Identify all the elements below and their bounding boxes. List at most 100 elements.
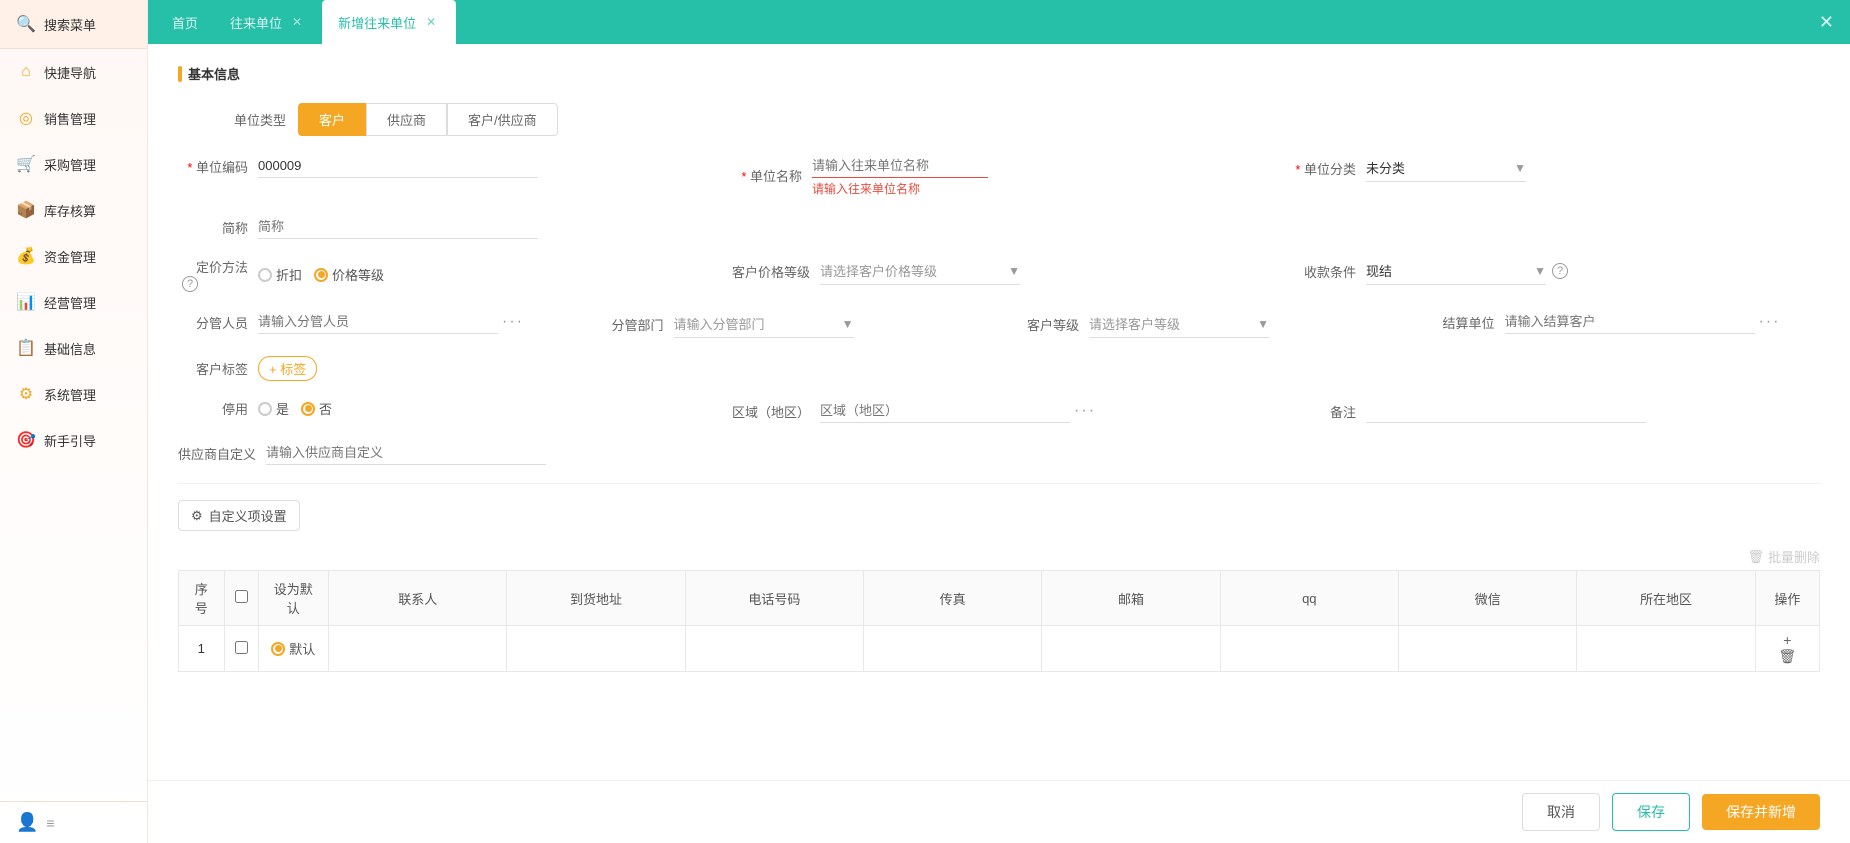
close-all-tabs[interactable]: ✕	[1811, 12, 1842, 33]
unit-name-input[interactable]	[812, 154, 988, 178]
remark-label: 备注	[1286, 402, 1366, 421]
row-supplier-custom: 供应商自定义	[178, 441, 1820, 465]
row-phone	[685, 626, 863, 672]
unit-category-chevron: ▼	[1514, 161, 1526, 175]
radio-no[interactable]: 否	[301, 399, 332, 418]
address-input[interactable]	[517, 641, 674, 656]
alias-label: 简称	[178, 218, 258, 237]
pricing-radio-group: 折扣 价格等级	[258, 265, 384, 284]
supervisor-input[interactable]	[258, 310, 498, 334]
purchase-icon: 🛒	[16, 154, 36, 174]
region-input[interactable]	[820, 399, 1070, 423]
sidebar-search[interactable]: 🔍 搜索菜单	[0, 0, 147, 49]
row-supervisor: 分管人员 ··· 分管部门 请输入分管部门 ▼ 客户等级 请选择客户	[178, 310, 1820, 338]
region-dots[interactable]: ···	[1070, 402, 1100, 420]
sidebar-item-inventory[interactable]: 📦 库存核算	[0, 187, 147, 233]
fax-input[interactable]	[874, 641, 1031, 656]
sidebar-quick-nav-label: 快捷导航	[44, 63, 96, 82]
field-settlement-unit: 结算单位 ···	[1425, 310, 1821, 334]
customer-level-placeholder: 请选择客户等级	[1089, 314, 1253, 333]
tab-contacts-label: 往来单位	[230, 13, 282, 32]
btn-customer[interactable]: 客户	[298, 103, 366, 136]
btn-both[interactable]: 客户/供应商	[447, 103, 558, 136]
sidebar-item-quick-nav[interactable]: ⌂ 快捷导航	[0, 49, 147, 95]
unit-category-value: 未分类	[1366, 158, 1510, 177]
finance-icon: 💰	[16, 246, 36, 266]
row-unit-code-name-category: 单位编码 单位名称 请输入往来单位名称 单位分类 未分类 ▼	[178, 154, 1820, 197]
payment-terms-help-icon[interactable]: ?	[1552, 263, 1568, 279]
payment-terms-value: 现结	[1366, 261, 1530, 280]
remark-input[interactable]	[1366, 399, 1646, 423]
save-button[interactable]: 保存	[1612, 793, 1690, 831]
custom-settings-button[interactable]: ⚙ 自定义项设置	[178, 500, 300, 531]
sidebar-inventory-label: 库存核算	[44, 201, 96, 220]
gear-icon: ⚙	[191, 508, 203, 524]
radio-yes[interactable]: 是	[258, 399, 289, 418]
radio-discount[interactable]: 折扣	[258, 265, 302, 284]
radio-yes-circle	[258, 402, 272, 416]
sidebar-basic-label: 基础信息	[44, 339, 96, 358]
customer-level-select[interactable]: 请选择客户等级 ▼	[1089, 310, 1269, 338]
table-body: 1 默认	[179, 626, 1820, 672]
customer-level-label: 客户等级	[1009, 315, 1089, 334]
col-contact: 联系人	[329, 571, 507, 626]
sidebar-item-basic[interactable]: 📋 基础信息	[0, 325, 147, 371]
section-title-text: 基本信息	[188, 64, 240, 83]
select-all-checkbox[interactable]	[235, 590, 248, 603]
field-customer-level: 客户等级 请选择客户等级 ▼	[1009, 310, 1405, 338]
sidebar-item-operations[interactable]: 📊 经营管理	[0, 279, 147, 325]
radio-price-level[interactable]: 价格等级	[314, 265, 384, 284]
row-delete-button[interactable]: 🗑	[1774, 646, 1800, 666]
sidebar-item-sales[interactable]: ◎ 销售管理	[0, 95, 147, 141]
col-fax: 传真	[864, 571, 1042, 626]
settlement-unit-input[interactable]	[1505, 310, 1755, 334]
btn-supplier[interactable]: 供应商	[366, 103, 447, 136]
email-input[interactable]	[1052, 641, 1209, 656]
supplier-custom-input[interactable]	[266, 441, 546, 465]
form-divider	[178, 483, 1820, 484]
radio-no-circle	[301, 402, 315, 416]
department-placeholder: 请输入分管部门	[674, 314, 838, 333]
field-region: 区域（地区） ···	[732, 399, 1266, 423]
payment-terms-chevron: ▼	[1534, 264, 1546, 278]
customer-price-level-select[interactable]: 请选择客户价格等级 ▼	[820, 257, 1020, 285]
sidebar-item-guide[interactable]: 🎯 新手引导	[0, 417, 147, 463]
radio-price-level-circle	[314, 268, 328, 282]
tab-contacts[interactable]: 往来单位 ✕	[214, 0, 322, 44]
tab-contacts-close[interactable]: ✕	[288, 13, 306, 31]
alias-input[interactable]	[258, 215, 538, 239]
supervisor-label: 分管人员	[178, 313, 258, 332]
save-new-button[interactable]: 保存并新增	[1702, 794, 1820, 830]
tab-new-contact-close[interactable]: ✕	[422, 13, 440, 31]
unit-category-select[interactable]: 未分类 ▼	[1366, 154, 1526, 182]
phone-input[interactable]	[696, 641, 853, 656]
add-tag-button[interactable]: + 标签	[258, 356, 317, 381]
sidebar-sales-label: 销售管理	[44, 109, 96, 128]
radio-discount-circle	[258, 268, 272, 282]
tab-home[interactable]: 首页	[156, 0, 214, 44]
payment-terms-select[interactable]: 现结 ▼	[1366, 257, 1546, 285]
settlement-dots[interactable]: ···	[1755, 313, 1785, 331]
qq-input[interactable]	[1231, 641, 1388, 656]
sidebar-item-purchase[interactable]: 🛒 采购管理	[0, 141, 147, 187]
tab-new-contact[interactable]: 新增往来单位 ✕	[322, 0, 456, 44]
cancel-button[interactable]: 取消	[1522, 793, 1600, 831]
unit-code-input[interactable]	[258, 154, 538, 178]
unit-name-input-wrap	[812, 154, 988, 178]
unit-type-row: 单位类型 客户 供应商 客户/供应商	[178, 103, 1820, 136]
wechat-input[interactable]	[1409, 641, 1566, 656]
alias-input-wrap	[258, 215, 538, 239]
pricing-help-icon[interactable]: ?	[182, 276, 198, 292]
contact-input[interactable]	[339, 641, 496, 656]
table-region-input[interactable]	[1587, 641, 1744, 656]
department-select[interactable]: 请输入分管部门 ▼	[674, 310, 854, 338]
row-default-radio[interactable]: 默认	[269, 639, 319, 658]
unit-name-wrap: 请输入往来单位名称	[812, 154, 988, 197]
supervisor-dots[interactable]: ···	[498, 313, 528, 331]
sidebar-item-system[interactable]: ⚙ 系统管理	[0, 371, 147, 417]
contact-table: 序号 设为默认 联系人 到货地址 电话号码 传真 邮箱 qq 微信 所在地区 操…	[178, 570, 1820, 672]
row-checkbox[interactable]	[235, 641, 248, 654]
batch-delete-label[interactable]: 批量删除	[1768, 547, 1820, 566]
sidebar-item-finance[interactable]: 💰 资金管理	[0, 233, 147, 279]
sidebar-finance-label: 资金管理	[44, 247, 96, 266]
